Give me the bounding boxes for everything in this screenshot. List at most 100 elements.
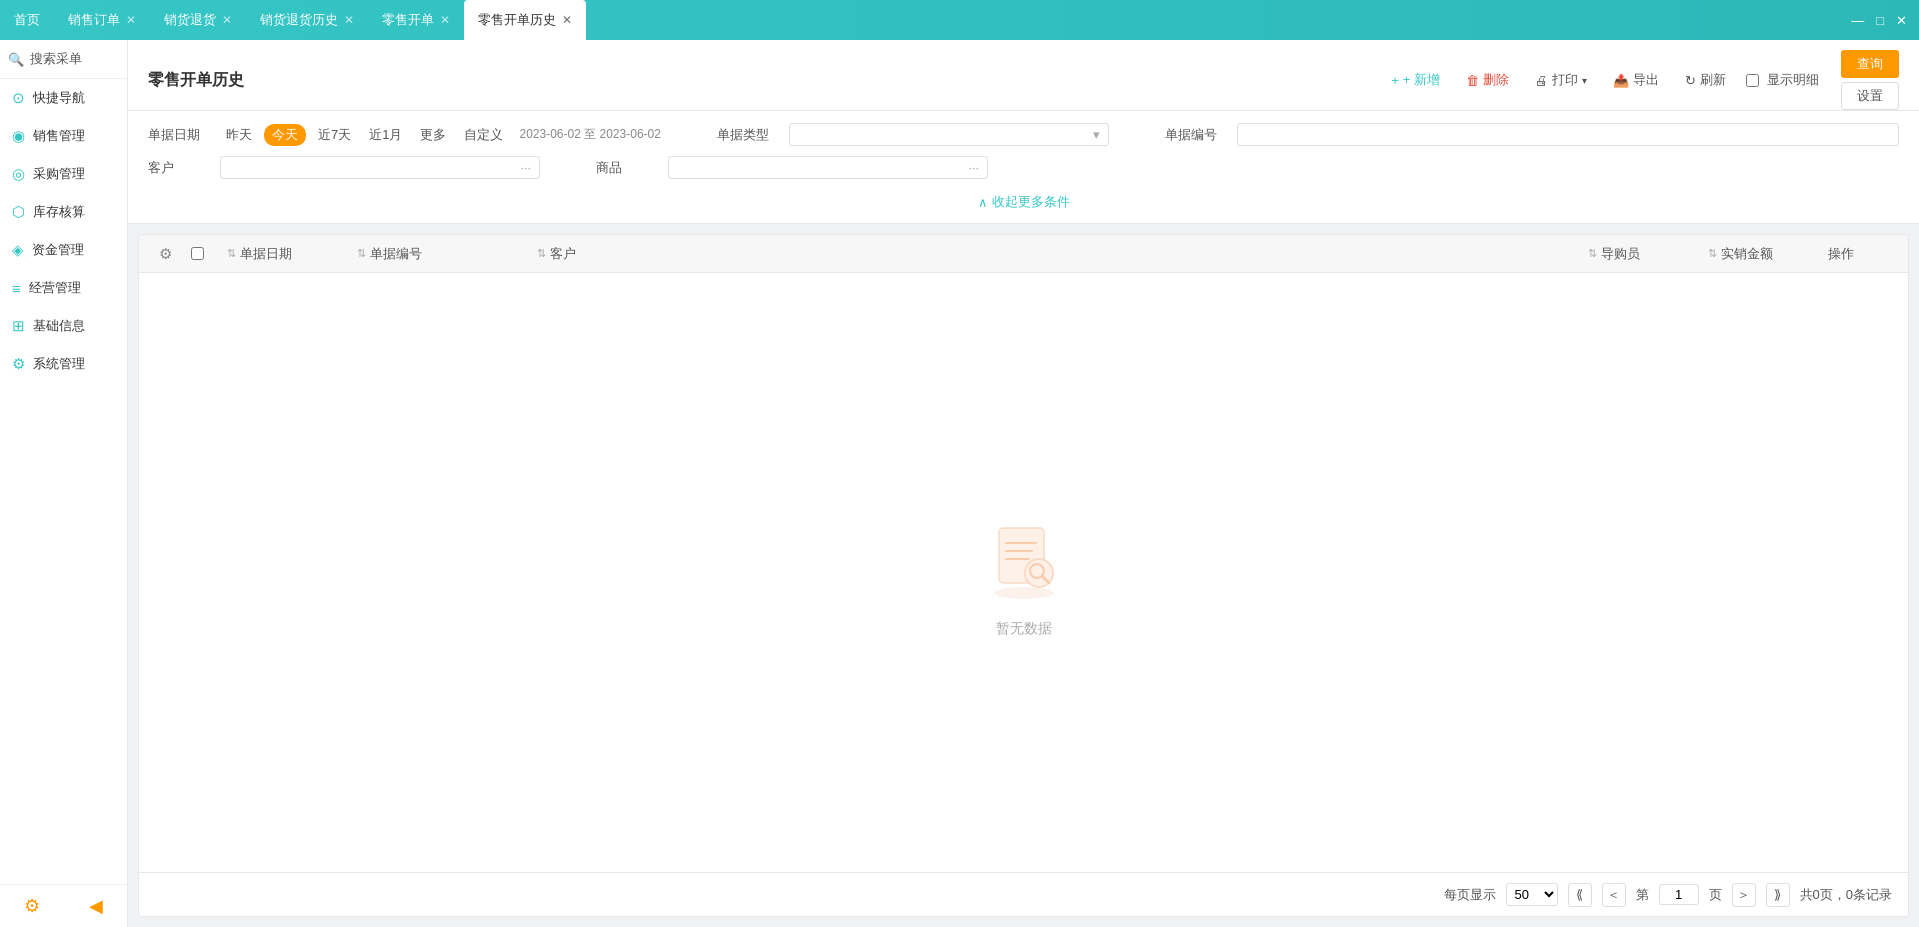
tab-home[interactable]: 首页 (0, 0, 54, 40)
close-tab-sales-return-history[interactable]: ✕ (344, 13, 354, 27)
date-option-more[interactable]: 更多 (414, 124, 452, 146)
table-body: 暂无数据 (139, 273, 1908, 872)
table-settings-icon[interactable]: ⚙ (147, 245, 183, 263)
sidebar-item-sales-mgmt[interactable]: ◉ 销售管理 (0, 117, 127, 155)
sidebar: 🔍 搜索采单 ⊙ 快捷导航 ◉ 销售管理 ◎ 采购管理 ⬡ 库存核算 ◈ 资金管… (0, 40, 128, 927)
close-tab-sales-return[interactable]: ✕ (222, 13, 232, 27)
sales-mgmt-icon: ◉ (12, 127, 25, 145)
customer-dots-icon: ··· (520, 160, 531, 175)
print-button[interactable]: 🖨 打印 ▾ (1529, 67, 1593, 93)
display-detail-checkbox[interactable] (1746, 74, 1759, 87)
table-area: ⚙ ⇅ 单据日期 ⇅ 单据编号 ⇅ 客户 ⇅ 导购员 (138, 234, 1909, 917)
refresh-icon: ↻ (1685, 73, 1696, 88)
refresh-button[interactable]: ↻ 刷新 (1679, 67, 1732, 93)
goods-select[interactable]: ··· (668, 156, 988, 179)
tab-retail-open-history[interactable]: 零售开单历史 ✕ (464, 0, 586, 40)
sidebar-search[interactable]: 🔍 搜索采单 (0, 40, 127, 79)
delete-button[interactable]: 🗑 删除 (1460, 67, 1515, 93)
tab-retail-open[interactable]: 零售开单 ✕ (368, 0, 464, 40)
query-button[interactable]: 查询 (1841, 50, 1899, 78)
date-options: 昨天 今天 近7天 近1月 更多 自定义 2023-06-02 至 2023-0… (220, 124, 661, 146)
sidebar-item-sys-mgmt[interactable]: ⚙ 系统管理 (0, 345, 127, 383)
quick-nav-icon: ⊙ (12, 89, 25, 107)
window-maximize[interactable]: □ (1876, 13, 1884, 28)
sort-amount-icon[interactable]: ⇅ (1708, 247, 1717, 260)
page-size-label: 每页显示 (1444, 886, 1496, 904)
sort-date-icon[interactable]: ⇅ (227, 247, 236, 260)
filter-area: 单据日期 昨天 今天 近7天 近1月 更多 自定义 2023-06-02 至 2… (128, 111, 1919, 224)
total-label: 共0页，0条记录 (1800, 886, 1892, 904)
first-page-button[interactable]: ⟪ (1568, 883, 1592, 907)
date-option-yesterday[interactable]: 昨天 (220, 124, 258, 146)
date-range-text: 2023-06-02 至 2023-06-02 (519, 126, 660, 143)
setting-button[interactable]: 设置 (1841, 82, 1899, 110)
pagination: 每页显示 50 10 20 100 ⟪ ＜ 第 页 ＞ ⟫ 共0页，0条记录 (139, 872, 1908, 916)
date-filter-label: 单据日期 (148, 126, 204, 144)
sort-guide-icon[interactable]: ⇅ (1588, 247, 1597, 260)
export-button[interactable]: 📤 导出 (1607, 67, 1665, 93)
window-minimize[interactable]: — (1851, 13, 1864, 28)
select-all-checkbox[interactable] (191, 247, 204, 260)
th-guide: ⇅ 导购员 (1580, 245, 1700, 263)
window-close[interactable]: ✕ (1896, 13, 1907, 28)
last-page-button[interactable]: ⟫ (1766, 883, 1790, 907)
tab-sales-return-history[interactable]: 销货退货历史 ✕ (246, 0, 368, 40)
date-option-last7[interactable]: 近7天 (312, 124, 357, 146)
sidebar-item-quick-nav[interactable]: ⊙ 快捷导航 (0, 79, 127, 117)
customer-filter-label: 客户 (148, 159, 204, 177)
sort-order-no-icon[interactable]: ⇅ (357, 247, 366, 260)
add-button[interactable]: + + 新增 (1385, 67, 1446, 93)
sidebar-item-base-info[interactable]: ⊞ 基础信息 (0, 307, 127, 345)
page-label-before: 第 (1636, 886, 1649, 904)
close-tab-retail-open-history[interactable]: ✕ (562, 13, 572, 27)
tab-sales-order[interactable]: 销售订单 ✕ (54, 0, 150, 40)
th-action: 操作 (1820, 245, 1900, 263)
order-type-select[interactable]: ▾ (789, 123, 1109, 146)
close-tab-sales-order[interactable]: ✕ (126, 13, 136, 27)
chevron-down-icon: ▾ (1093, 127, 1100, 142)
page-header: 零售开单历史 + + 新增 🗑 删除 🖨 打印 ▾ 📤 导出 (128, 40, 1919, 111)
query-setting-btns: 查询 设置 (1841, 50, 1899, 110)
tab-sales-return[interactable]: 销货退货 ✕ (150, 0, 246, 40)
customer-select[interactable]: ··· (220, 156, 540, 179)
collapse-more-btn[interactable]: ∧ 收起更多条件 (148, 189, 1899, 211)
base-info-icon: ⊞ (12, 317, 25, 335)
date-option-custom[interactable]: 自定义 (458, 124, 509, 146)
sidebar-item-finance[interactable]: ◈ 资金管理 (0, 231, 127, 269)
sys-mgmt-icon: ⚙ (12, 355, 25, 373)
order-no-input[interactable] (1237, 123, 1899, 146)
empty-text: 暂无数据 (996, 620, 1052, 638)
sort-customer-icon[interactable]: ⇅ (537, 247, 546, 260)
th-customer: ⇅ 客户 (529, 245, 1580, 263)
purchase-mgmt-icon: ◎ (12, 165, 25, 183)
prev-page-button[interactable]: ＜ (1602, 883, 1626, 907)
th-checkbox (183, 247, 219, 260)
close-tab-retail-open[interactable]: ✕ (440, 13, 450, 27)
date-option-today[interactable]: 今天 (264, 124, 306, 146)
display-detail-toggle[interactable]: 显示明细 (1746, 71, 1819, 89)
content-area: 零售开单历史 + + 新增 🗑 删除 🖨 打印 ▾ 📤 导出 (128, 40, 1919, 927)
sidebar-item-inventory[interactable]: ⬡ 库存核算 (0, 193, 127, 231)
current-page-input[interactable] (1659, 884, 1699, 905)
print-dropdown-icon: ▾ (1582, 75, 1587, 86)
operations-icon: ≡ (12, 280, 21, 297)
order-type-filter-label: 单据类型 (717, 126, 773, 144)
sidebar-item-operations[interactable]: ≡ 经营管理 (0, 269, 127, 307)
filter-row-customer: 客户 ··· 商品 ··· (148, 156, 1899, 179)
goods-dots-icon: ··· (968, 160, 979, 175)
next-page-button[interactable]: ＞ (1732, 883, 1756, 907)
sidebar-collapse-icon[interactable]: ◀ (89, 895, 103, 917)
sidebar-item-purchase-mgmt[interactable]: ◎ 采购管理 (0, 155, 127, 193)
filter-row-date: 单据日期 昨天 今天 近7天 近1月 更多 自定义 2023-06-02 至 2… (148, 123, 1899, 146)
th-date: ⇅ 单据日期 (219, 245, 349, 263)
page-title: 零售开单历史 (148, 70, 244, 91)
th-amount: ⇅ 实销金额 (1700, 245, 1820, 263)
inventory-icon: ⬡ (12, 203, 25, 221)
sidebar-settings-icon[interactable]: ⚙ (24, 895, 40, 917)
empty-illustration (974, 508, 1074, 608)
order-no-filter-label: 单据编号 (1165, 126, 1221, 144)
page-size-select[interactable]: 50 10 20 100 (1506, 883, 1558, 906)
search-icon: 🔍 (8, 52, 24, 67)
date-option-last-month[interactable]: 近1月 (363, 124, 408, 146)
page-label-after: 页 (1709, 886, 1722, 904)
